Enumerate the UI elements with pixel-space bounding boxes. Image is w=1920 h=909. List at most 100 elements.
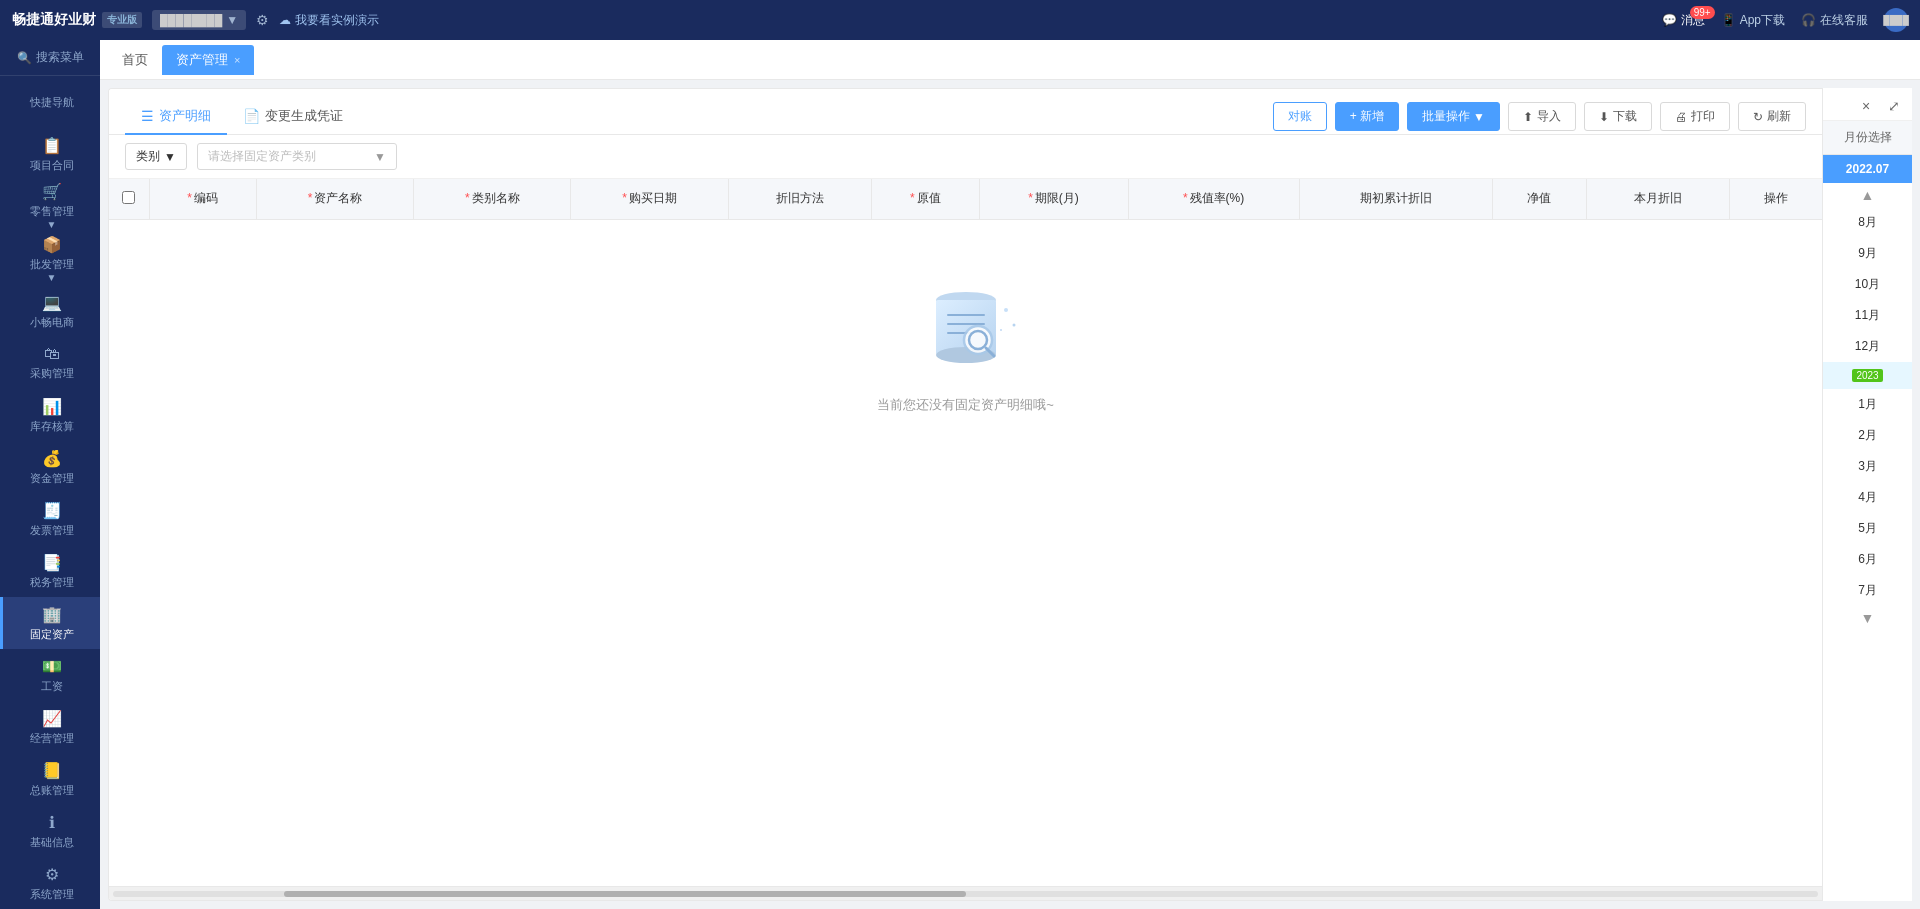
sidebar-item-retail[interactable]: 🛒 零售管理 ▼ <box>0 180 100 233</box>
print-icon: 🖨 <box>1675 110 1687 124</box>
operation-icon: 📈 <box>42 709 62 728</box>
batch-button[interactable]: 批量操作 ▼ <box>1407 102 1500 131</box>
message-button[interactable]: 💬 消息 99+ <box>1662 12 1705 29</box>
online-service-button[interactable]: 🎧 在线客服 <box>1801 12 1868 29</box>
import-button[interactable]: ⬆ 导入 <box>1508 102 1576 131</box>
online-service-label: 在线客服 <box>1820 12 1868 29</box>
demo-text: 我要看实例演示 <box>295 12 379 29</box>
detail-tab-label: 资产明细 <box>159 107 211 125</box>
message-badge: 99+ <box>1690 6 1715 19</box>
month-item-11[interactable]: 11月 <box>1823 300 1912 331</box>
col-action: 操作 <box>1729 179 1822 219</box>
month-8-label: 8月 <box>1858 214 1877 231</box>
sidebar-item-tax[interactable]: 📑 税务管理 <box>0 545 100 597</box>
ledger-icon: 📒 <box>42 761 62 780</box>
scrollbar-thumb[interactable] <box>284 891 966 897</box>
sidebar-item-operation[interactable]: 📈 经营管理 <box>0 701 100 753</box>
message-icon: 💬 <box>1662 13 1677 27</box>
print-button[interactable]: 🖨 打印 <box>1660 102 1730 131</box>
month-item-7[interactable]: 7月 <box>1823 575 1912 606</box>
sidebar-item-salary[interactable]: 💵 工资 <box>0 649 100 701</box>
sidebar-item-nav[interactable]: 快捷导航 <box>0 76 100 128</box>
sidebar-search[interactable]: 🔍 搜索菜单 <box>0 40 100 76</box>
sidebar-item-assets[interactable]: 🏢 固定资产 <box>0 597 100 649</box>
col-purchase-date: *购买日期 <box>571 179 728 219</box>
panel-close-button[interactable]: × <box>1852 92 1880 120</box>
filter-bar: 类别 ▼ 请选择固定资产类别 ▼ <box>109 135 1822 179</box>
settings-icon[interactable]: ⚙ <box>256 12 269 28</box>
col-code: *编码 <box>149 179 256 219</box>
month-item-5[interactable]: 5月 <box>1823 513 1912 544</box>
month-item-6[interactable]: 6月 <box>1823 544 1912 575</box>
assets-icon: 🏢 <box>42 605 62 624</box>
reconcile-button[interactable]: 对账 <box>1273 102 1327 131</box>
sidebar-ecommerce-label: 小畅电商 <box>30 315 74 330</box>
month-picker-header: 月份选择 <box>1823 121 1912 155</box>
month-item-9[interactable]: 9月 <box>1823 238 1912 269</box>
top-bar-right: 💬 消息 99+ 📱 App下载 🎧 在线客服 ████ <box>1662 8 1908 32</box>
tab-assets[interactable]: 资产管理 × <box>162 45 254 75</box>
voucher-tab-icon: 📄 <box>243 108 260 124</box>
sidebar-item-wholesale[interactable]: 📦 批发管理 ▼ <box>0 233 100 286</box>
panel-resize-button[interactable]: ⤢ <box>1880 92 1908 120</box>
sidebar-item-base[interactable]: ℹ 基础信息 <box>0 805 100 857</box>
sub-tab-detail[interactable]: ☰ 资产明细 <box>125 99 227 135</box>
voucher-tab-label: 变更生成凭证 <box>265 107 343 125</box>
month-nav-up-button[interactable]: ▲ <box>1823 183 1912 207</box>
col-name: *资产名称 <box>256 179 413 219</box>
import-label: 导入 <box>1537 108 1561 125</box>
phone-icon: 📱 <box>1721 13 1736 27</box>
sidebar-item-invoice[interactable]: 🧾 发票管理 <box>0 493 100 545</box>
month-10-label: 10月 <box>1855 276 1880 293</box>
month-item-8[interactable]: 8月 <box>1823 207 1912 238</box>
download-button[interactable]: ⬇ 下载 <box>1584 102 1652 131</box>
app-download-button[interactable]: 📱 App下载 <box>1721 12 1785 29</box>
month-item-3[interactable]: 3月 <box>1823 451 1912 482</box>
company-selector[interactable]: ████████ ▼ <box>152 10 246 30</box>
month-item-2[interactable]: 2月 <box>1823 420 1912 451</box>
month-nav-down-button[interactable]: ▼ <box>1823 606 1912 630</box>
home-label: 首页 <box>122 51 148 69</box>
month-11-label: 11月 <box>1855 307 1880 324</box>
category-filter-label: 类别 <box>136 148 160 165</box>
sidebar-item-finance[interactable]: 💰 资金管理 <box>0 441 100 493</box>
month-item-10[interactable]: 10月 <box>1823 269 1912 300</box>
refresh-button[interactable]: ↻ 刷新 <box>1738 102 1806 131</box>
user-avatar[interactable]: ████ <box>1884 8 1908 32</box>
tab-home[interactable]: 首页 <box>112 45 158 75</box>
month-item-4[interactable]: 4月 <box>1823 482 1912 513</box>
month-item-12[interactable]: 12月 <box>1823 331 1912 362</box>
base-icon: ℹ <box>49 813 55 832</box>
sidebar-item-ecommerce[interactable]: 💻 小畅电商 <box>0 285 100 337</box>
table-header-checkbox <box>109 179 149 219</box>
horizontal-scrollbar[interactable] <box>109 886 1822 900</box>
category-input-select[interactable]: 请选择固定资产类别 ▼ <box>197 143 397 170</box>
year-2023-row: 2023 <box>1823 362 1912 389</box>
download-label: 下载 <box>1613 108 1637 125</box>
sidebar-item-system[interactable]: ⚙ 系统管理 <box>0 857 100 909</box>
category-filter[interactable]: 类别 ▼ <box>125 143 187 170</box>
wholesale-arrow-icon: ▼ <box>47 272 57 283</box>
tab-bar: 首页 资产管理 × <box>100 40 1920 80</box>
col-residual-rate: *残值率(%) <box>1128 179 1299 219</box>
inventory-icon: 📊 <box>42 397 62 416</box>
sub-tab-voucher[interactable]: 📄 变更生成凭证 <box>227 99 359 135</box>
sidebar-item-project[interactable]: 📋 项目合同 <box>0 128 100 180</box>
sidebar-item-ledger[interactable]: 📒 总账管理 <box>0 753 100 805</box>
print-label: 打印 <box>1691 108 1715 125</box>
tab-close-icon[interactable]: × <box>234 54 240 66</box>
sidebar-item-purchase[interactable]: 🛍 采购管理 <box>0 337 100 389</box>
empty-text: 当前您还没有固定资产明细哦~ <box>877 396 1054 414</box>
month-4-label: 4月 <box>1858 489 1877 506</box>
demo-link[interactable]: ☁ 我要看实例演示 <box>279 12 379 29</box>
empty-illustration <box>906 280 1026 380</box>
avatar-text: ████ <box>1883 15 1909 25</box>
category-filter-arrow: ▼ <box>164 150 176 164</box>
select-all-checkbox[interactable] <box>122 191 135 204</box>
month-item-1[interactable]: 1月 <box>1823 389 1912 420</box>
sidebar-item-inventory[interactable]: 📊 库存核算 <box>0 389 100 441</box>
month-7-label: 7月 <box>1858 582 1877 599</box>
main-layout: 🔍 搜索菜单 快捷导航 📋 项目合同 🛒 零售管理 ▼ 📦 批发管理 ▼ 💻 小… <box>0 40 1920 909</box>
add-button[interactable]: + 新增 <box>1335 102 1399 131</box>
invoice-icon: 🧾 <box>42 501 62 520</box>
